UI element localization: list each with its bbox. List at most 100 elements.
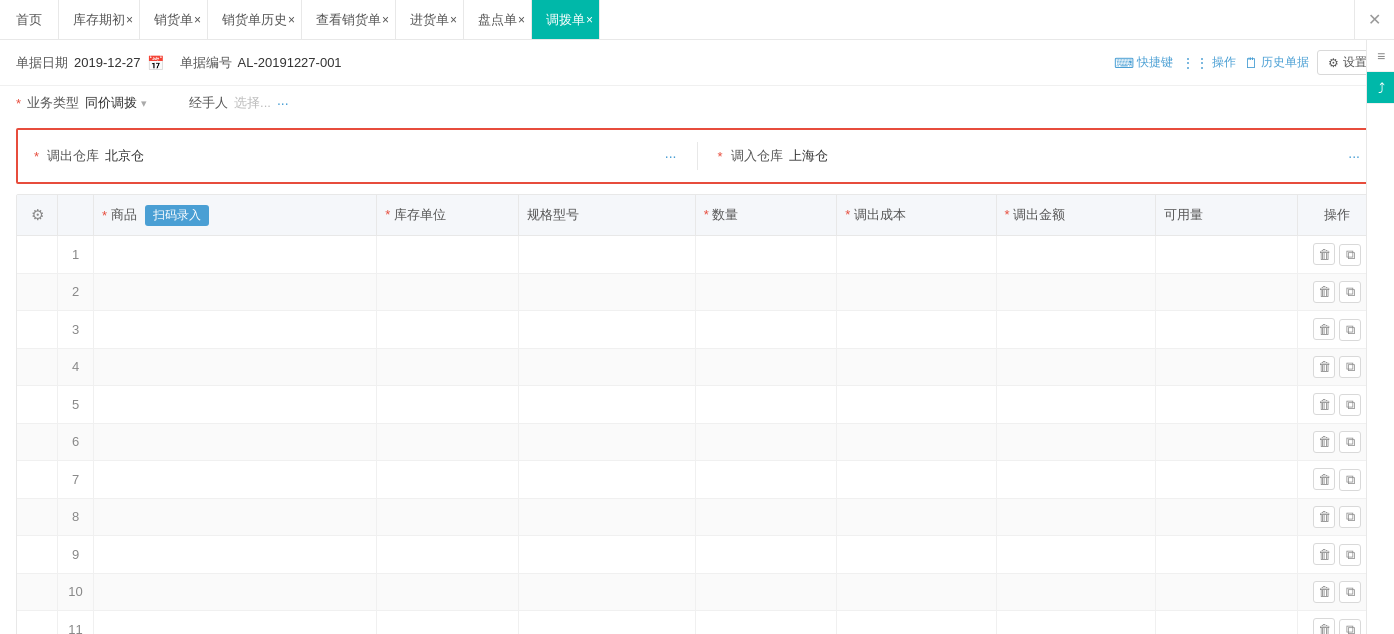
row-spec-cell[interactable] (518, 273, 695, 311)
copy-icon[interactable]: ⧉ (1339, 319, 1361, 341)
delete-icon[interactable]: 🗑 (1313, 243, 1335, 265)
tab-sales-history[interactable]: 销货单历史 × (208, 0, 302, 39)
copy-icon[interactable]: ⧉ (1339, 244, 1361, 266)
row-amount-cell[interactable] (996, 386, 1155, 424)
tab-home[interactable]: 首页 (0, 0, 59, 39)
handler-more-button[interactable]: ··· (277, 95, 289, 111)
row-available-cell[interactable] (1155, 573, 1297, 611)
row-unit-cell[interactable] (377, 498, 519, 536)
row-goods-cell[interactable] (94, 536, 377, 574)
row-cost-cell[interactable] (837, 273, 996, 311)
delete-icon[interactable]: 🗑 (1313, 468, 1335, 490)
sidebar-export-icon[interactable]: ⤴ (1367, 72, 1394, 104)
row-goods-cell[interactable] (94, 611, 377, 635)
row-qty-cell[interactable] (695, 386, 837, 424)
row-available-cell[interactable] (1155, 273, 1297, 311)
row-cost-cell[interactable] (837, 311, 996, 349)
row-cost-cell[interactable] (837, 536, 996, 574)
row-amount-cell[interactable] (996, 536, 1155, 574)
copy-icon[interactable]: ⧉ (1339, 581, 1361, 603)
row-unit-cell[interactable] (377, 311, 519, 349)
row-goods-cell[interactable] (94, 423, 377, 461)
handler-placeholder[interactable]: 选择... (234, 94, 271, 112)
delete-icon[interactable]: 🗑 (1313, 356, 1335, 378)
row-amount-cell[interactable] (996, 236, 1155, 274)
row-cost-cell[interactable] (837, 498, 996, 536)
tab-inventory-init[interactable]: 库存期初 × (59, 0, 140, 39)
tab-sales-order[interactable]: 销货单 × (140, 0, 208, 39)
delete-icon[interactable]: 🗑 (1313, 618, 1335, 634)
row-spec-cell[interactable] (518, 236, 695, 274)
copy-icon[interactable]: ⧉ (1339, 469, 1361, 491)
delete-icon[interactable]: 🗑 (1313, 318, 1335, 340)
row-available-cell[interactable] (1155, 386, 1297, 424)
window-close-button[interactable]: ✕ (1354, 0, 1394, 40)
row-cost-cell[interactable] (837, 461, 996, 499)
delete-icon[interactable]: 🗑 (1313, 506, 1335, 528)
row-unit-cell[interactable] (377, 611, 519, 635)
row-cost-cell[interactable] (837, 423, 996, 461)
tab-sales-history-close[interactable]: × (288, 13, 295, 27)
tab-purchase-order-close[interactable]: × (450, 13, 457, 27)
row-goods-cell[interactable] (94, 498, 377, 536)
scan-input-button[interactable]: 扫码录入 (145, 205, 209, 226)
delete-icon[interactable]: 🗑 (1313, 431, 1335, 453)
copy-icon[interactable]: ⧉ (1339, 394, 1361, 416)
warehouse-out-value[interactable]: 北京仓 (105, 147, 651, 165)
row-qty-cell[interactable] (695, 348, 837, 386)
row-unit-cell[interactable] (377, 386, 519, 424)
row-spec-cell[interactable] (518, 386, 695, 424)
row-amount-cell[interactable] (996, 273, 1155, 311)
tab-sales-order-close[interactable]: × (194, 13, 201, 27)
copy-icon[interactable]: ⧉ (1339, 281, 1361, 303)
copy-icon[interactable]: ⧉ (1339, 431, 1361, 453)
row-cost-cell[interactable] (837, 573, 996, 611)
row-unit-cell[interactable] (377, 348, 519, 386)
table-settings-gear-icon[interactable]: ⚙ (25, 203, 49, 227)
row-spec-cell[interactable] (518, 311, 695, 349)
tab-inventory-count-close[interactable]: × (518, 13, 525, 27)
row-qty-cell[interactable] (695, 236, 837, 274)
row-cost-cell[interactable] (837, 348, 996, 386)
row-goods-cell[interactable] (94, 573, 377, 611)
row-qty-cell[interactable] (695, 461, 837, 499)
row-available-cell[interactable] (1155, 348, 1297, 386)
row-available-cell[interactable] (1155, 536, 1297, 574)
row-amount-cell[interactable] (996, 311, 1155, 349)
row-available-cell[interactable] (1155, 498, 1297, 536)
row-unit-cell[interactable] (377, 461, 519, 499)
shortcuts-button[interactable]: ⌨ 快捷键 (1114, 54, 1173, 71)
row-qty-cell[interactable] (695, 498, 837, 536)
tab-transfer-order[interactable]: 调拨单 × (532, 0, 600, 39)
warehouse-in-value[interactable]: 上海仓 (789, 147, 1335, 165)
row-unit-cell[interactable] (377, 273, 519, 311)
row-qty-cell[interactable] (695, 611, 837, 635)
row-spec-cell[interactable] (518, 573, 695, 611)
sidebar-list-icon[interactable]: ≡ (1367, 40, 1394, 72)
row-cost-cell[interactable] (837, 386, 996, 424)
tab-view-sales-close[interactable]: × (382, 13, 389, 27)
row-amount-cell[interactable] (996, 423, 1155, 461)
row-qty-cell[interactable] (695, 573, 837, 611)
row-available-cell[interactable] (1155, 423, 1297, 461)
row-unit-cell[interactable] (377, 573, 519, 611)
row-spec-cell[interactable] (518, 498, 695, 536)
row-goods-cell[interactable] (94, 386, 377, 424)
tab-transfer-order-close[interactable]: × (586, 13, 593, 27)
row-qty-cell[interactable] (695, 423, 837, 461)
row-spec-cell[interactable] (518, 461, 695, 499)
row-unit-cell[interactable] (377, 423, 519, 461)
row-qty-cell[interactable] (695, 311, 837, 349)
row-qty-cell[interactable] (695, 536, 837, 574)
calendar-icon[interactable]: 📅 (147, 55, 164, 71)
row-unit-cell[interactable] (377, 236, 519, 274)
tab-inventory-init-close[interactable]: × (126, 13, 133, 27)
row-spec-cell[interactable] (518, 611, 695, 635)
history-button[interactable]: 🗒 历史单据 (1244, 54, 1309, 71)
copy-icon[interactable]: ⧉ (1339, 356, 1361, 378)
warehouse-out-more-button[interactable]: ··· (665, 148, 677, 164)
row-spec-cell[interactable] (518, 348, 695, 386)
row-cost-cell[interactable] (837, 236, 996, 274)
row-goods-cell[interactable] (94, 348, 377, 386)
row-goods-cell[interactable] (94, 236, 377, 274)
